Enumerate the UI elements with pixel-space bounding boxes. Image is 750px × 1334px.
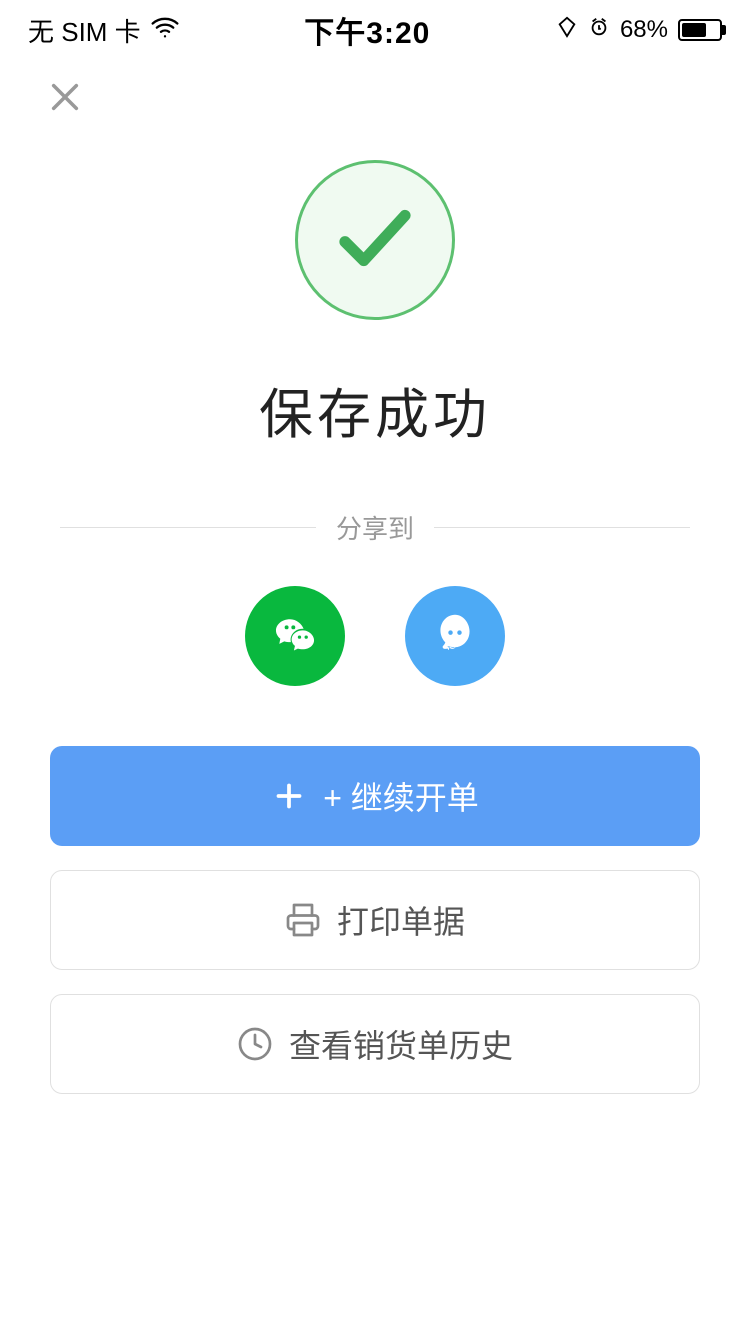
share-section: 分享到 [0,509,750,686]
divider-left [60,527,316,528]
main-content: 保存成功 分享到 [0,60,750,1094]
actions: + 继续开单 打印单据 查看销货单历史 [0,746,750,1094]
status-left: 无 SIM 卡 [28,12,179,49]
wifi-icon [151,13,179,48]
status-time: 下午3:20 [304,8,430,52]
alarm-icon [588,16,610,45]
print-button[interactable]: 打印单据 [50,870,700,970]
battery-percent: 68% [620,16,668,44]
print-label: 打印单据 [337,897,465,943]
battery-icon [678,19,722,41]
close-button[interactable] [40,72,90,122]
success-title: 保存成功 [259,370,491,449]
share-label: 分享到 [336,509,414,546]
carrier-text: 无 SIM 卡 [28,12,141,49]
status-right: 68% [556,16,722,45]
history-label: 查看销货单历史 [289,1021,513,1067]
share-divider: 分享到 [0,509,750,546]
location-icon [556,16,578,45]
share-icons [245,586,505,686]
wechat-share-button[interactable] [245,586,345,686]
divider-right [434,527,690,528]
qq-share-button[interactable] [405,586,505,686]
continue-label: + 继续开单 [323,773,479,819]
checkmark-icon [330,193,420,288]
history-button[interactable]: 查看销货单历史 [50,994,700,1094]
continue-button[interactable]: + 继续开单 [50,746,700,846]
status-bar: 无 SIM 卡 下午3:20 68% [0,0,750,60]
success-circle [295,160,455,320]
